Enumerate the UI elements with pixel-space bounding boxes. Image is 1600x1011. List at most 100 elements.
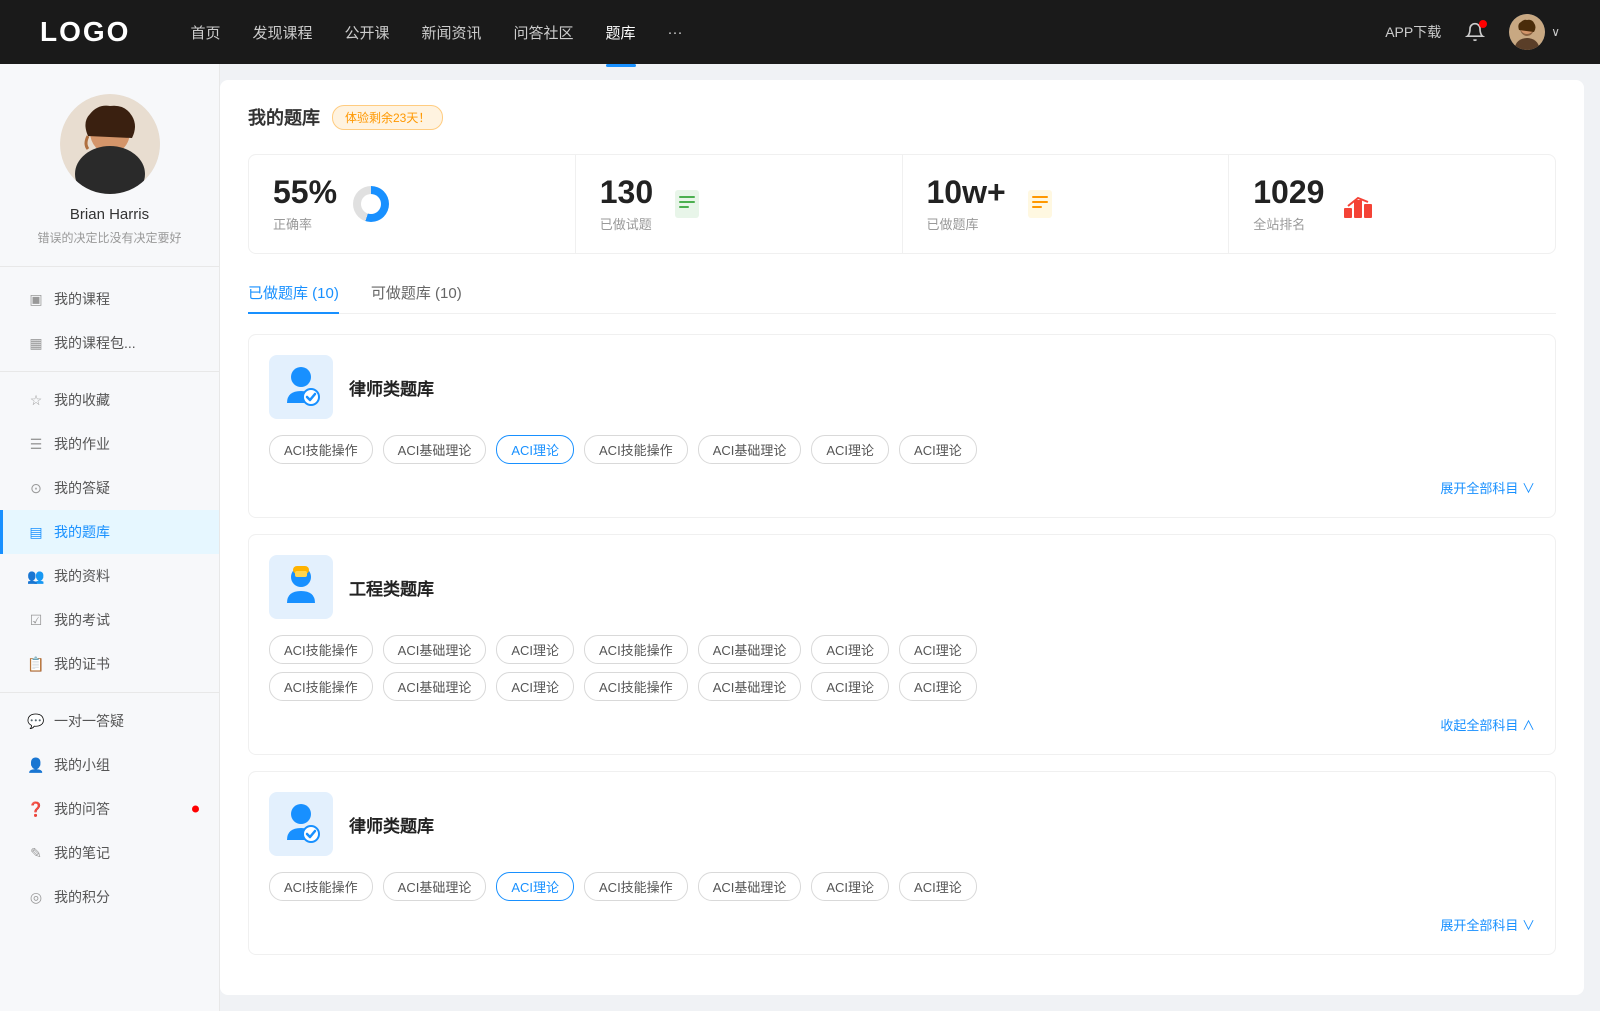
tag-engineer-1-3[interactable]: ACI技能操作 — [584, 672, 688, 701]
exam-icon: ☑ — [28, 612, 44, 628]
tabs-row: 已做题库 (10) 可做题库 (10) — [248, 282, 1556, 314]
banks-value: 10w+ — [927, 175, 1006, 210]
ranking-icon — [1340, 186, 1376, 222]
tag-engineer-0-6[interactable]: ACI理论 — [899, 635, 977, 664]
chevron-down-icon: ∨ — [1551, 25, 1560, 39]
sidebar-item-my-group[interactable]: 👤 我的小组 — [0, 743, 219, 787]
sidebar-item-my-answers[interactable]: ❓ 我的问答 — [0, 787, 219, 831]
stat-ranking: 1029 全站排名 — [1229, 155, 1555, 253]
qbank-icon-lawyer2 — [269, 792, 333, 856]
accuracy-value: 55% — [273, 175, 337, 210]
unread-dot — [192, 806, 199, 813]
questions-icon — [669, 186, 705, 222]
tag-engineer-0-2[interactable]: ACI理论 — [496, 635, 574, 664]
package-icon: ▦ — [28, 335, 44, 351]
profile-section: Brian Harris 错误的决定比没有决定要好 — [0, 94, 219, 267]
sidebar: Brian Harris 错误的决定比没有决定要好 ▣ 我的课程 ▦ 我的课程包… — [0, 64, 220, 1011]
tag-lawyer2-4[interactable]: ACI基础理论 — [698, 872, 802, 901]
qbank-section-engineer: 工程类题库 ACI技能操作 ACI基础理论 ACI理论 ACI技能操作 ACI基… — [248, 534, 1556, 755]
sidebar-divider-2 — [0, 692, 219, 693]
navbar: LOGO 首页 发现课程 公开课 新闻资讯 问答社区 题库 ··· APP下载 — [0, 0, 1600, 64]
notification-dot — [1479, 20, 1487, 28]
trial-badge: 体验剩余23天！ — [332, 105, 443, 130]
tag-engineer-1-2[interactable]: ACI理论 — [496, 672, 574, 701]
sidebar-item-my-course[interactable]: ▣ 我的课程 — [0, 277, 219, 321]
qbank-section-lawyer2: 律师类题库 ACI技能操作 ACI基础理论 ACI理论 ACI技能操作 ACI基… — [248, 771, 1556, 955]
nav-qbank[interactable]: 题库 — [606, 18, 636, 47]
ranking-value: 1029 — [1253, 175, 1324, 210]
homework-icon: ☰ — [28, 436, 44, 452]
page-title: 我的题库 — [248, 104, 320, 130]
profile-icon: 👥 — [28, 568, 44, 584]
tag-lawyer1-1[interactable]: ACI基础理论 — [383, 435, 487, 464]
tag-engineer-1-4[interactable]: ACI基础理论 — [698, 672, 802, 701]
sidebar-item-my-points[interactable]: ◎ 我的积分 — [0, 875, 219, 919]
stat-accuracy: 55% 正确率 — [249, 155, 576, 253]
sidebar-divider-1 — [0, 371, 219, 372]
nav-home[interactable]: 首页 — [190, 18, 220, 47]
tag-engineer-1-1[interactable]: ACI基础理论 — [383, 672, 487, 701]
tag-engineer-0-5[interactable]: ACI理论 — [811, 635, 889, 664]
stat-banks: 10w+ 已做题库 — [903, 155, 1230, 253]
sidebar-item-my-profile[interactable]: 👥 我的资料 — [0, 554, 219, 598]
accuracy-icon — [353, 186, 389, 222]
main-layout: Brian Harris 错误的决定比没有决定要好 ▣ 我的课程 ▦ 我的课程包… — [0, 64, 1600, 1011]
nav-news[interactable]: 新闻资讯 — [422, 18, 482, 47]
qbank-section-lawyer1: 律师类题库 ACI技能操作 ACI基础理论 ACI理论 ACI技能操作 ACI基… — [248, 334, 1556, 518]
tag-lawyer2-6[interactable]: ACI理论 — [899, 872, 977, 901]
sidebar-item-my-qbank[interactable]: ▤ 我的题库 — [0, 510, 219, 554]
tag-lawyer2-2[interactable]: ACI理论 — [496, 872, 574, 901]
bell-button[interactable] — [1461, 18, 1489, 46]
expand-link-lawyer2[interactable]: 展开全部科目 ∨ — [269, 909, 1535, 934]
tag-lawyer2-3[interactable]: ACI技能操作 — [584, 872, 688, 901]
nav-open[interactable]: 公开课 — [344, 18, 389, 47]
points-icon: ◎ — [28, 889, 44, 905]
profile-name: Brian Harris — [70, 206, 149, 223]
collapse-link-engineer[interactable]: 收起全部科目 ∧ — [269, 709, 1535, 734]
answers-icon: ❓ — [28, 801, 44, 817]
expand-link-lawyer1[interactable]: 展开全部科目 ∨ — [269, 472, 1535, 497]
tag-lawyer1-5[interactable]: ACI理论 — [811, 435, 889, 464]
banks-icon — [1022, 186, 1058, 222]
tag-engineer-0-3[interactable]: ACI技能操作 — [584, 635, 688, 664]
tag-engineer-0-0[interactable]: ACI技能操作 — [269, 635, 373, 664]
tag-engineer-0-4[interactable]: ACI基础理论 — [698, 635, 802, 664]
page-header: 我的题库 体验剩余23天！ — [248, 104, 1556, 130]
tag-lawyer2-0[interactable]: ACI技能操作 — [269, 872, 373, 901]
qbank-icon: ▤ — [28, 524, 44, 540]
sidebar-item-my-exam[interactable]: ☑ 我的考试 — [0, 598, 219, 642]
nav-qa[interactable]: 问答社区 — [514, 18, 574, 47]
tag-lawyer1-6[interactable]: ACI理论 — [899, 435, 977, 464]
stats-row: 55% 正确率 130 已做试题 — [248, 154, 1556, 254]
sidebar-item-my-cert[interactable]: 📋 我的证书 — [0, 642, 219, 686]
tag-engineer-1-0[interactable]: ACI技能操作 — [269, 672, 373, 701]
qbank-icon-engineer — [269, 555, 333, 619]
tag-lawyer1-0[interactable]: ACI技能操作 — [269, 435, 373, 464]
sidebar-item-one-on-one[interactable]: 💬 一对一答疑 — [0, 699, 219, 743]
user-avatar-button[interactable]: ∨ — [1509, 14, 1560, 50]
app-download-button[interactable]: APP下载 — [1385, 22, 1441, 42]
nav-more[interactable]: ··· — [668, 20, 683, 45]
sidebar-item-my-notes[interactable]: ✎ 我的笔记 — [0, 831, 219, 875]
sidebar-item-my-homework[interactable]: ☰ 我的作业 — [0, 422, 219, 466]
tag-engineer-0-1[interactable]: ACI基础理论 — [383, 635, 487, 664]
tags-row-lawyer1: ACI技能操作 ACI基础理论 ACI理论 ACI技能操作 ACI基础理论 AC… — [269, 435, 1535, 464]
tag-lawyer2-5[interactable]: ACI理论 — [811, 872, 889, 901]
tag-engineer-1-5[interactable]: ACI理论 — [811, 672, 889, 701]
collection-icon: ☆ — [28, 392, 44, 408]
tag-lawyer1-4[interactable]: ACI基础理论 — [698, 435, 802, 464]
tag-lawyer1-3[interactable]: ACI技能操作 — [584, 435, 688, 464]
tags-row-lawyer2: ACI技能操作 ACI基础理论 ACI理论 ACI技能操作 ACI基础理论 AC… — [269, 872, 1535, 901]
sidebar-item-my-qa[interactable]: ⊙ 我的答疑 — [0, 466, 219, 510]
logo: LOGO — [40, 16, 130, 48]
tag-lawyer2-1[interactable]: ACI基础理论 — [383, 872, 487, 901]
tag-lawyer1-2[interactable]: ACI理论 — [496, 435, 574, 464]
ranking-label: 全站排名 — [1253, 214, 1324, 233]
tags-row-engineer-2: ACI技能操作 ACI基础理论 ACI理论 ACI技能操作 ACI基础理论 AC… — [269, 672, 1535, 701]
nav-discover[interactable]: 发现课程 — [252, 18, 312, 47]
sidebar-item-my-collection[interactable]: ☆ 我的收藏 — [0, 378, 219, 422]
tab-done[interactable]: 已做题库 (10) — [248, 282, 339, 313]
sidebar-item-my-package[interactable]: ▦ 我的课程包... — [0, 321, 219, 365]
tag-engineer-1-6[interactable]: ACI理论 — [899, 672, 977, 701]
tab-todo[interactable]: 可做题库 (10) — [371, 282, 462, 313]
